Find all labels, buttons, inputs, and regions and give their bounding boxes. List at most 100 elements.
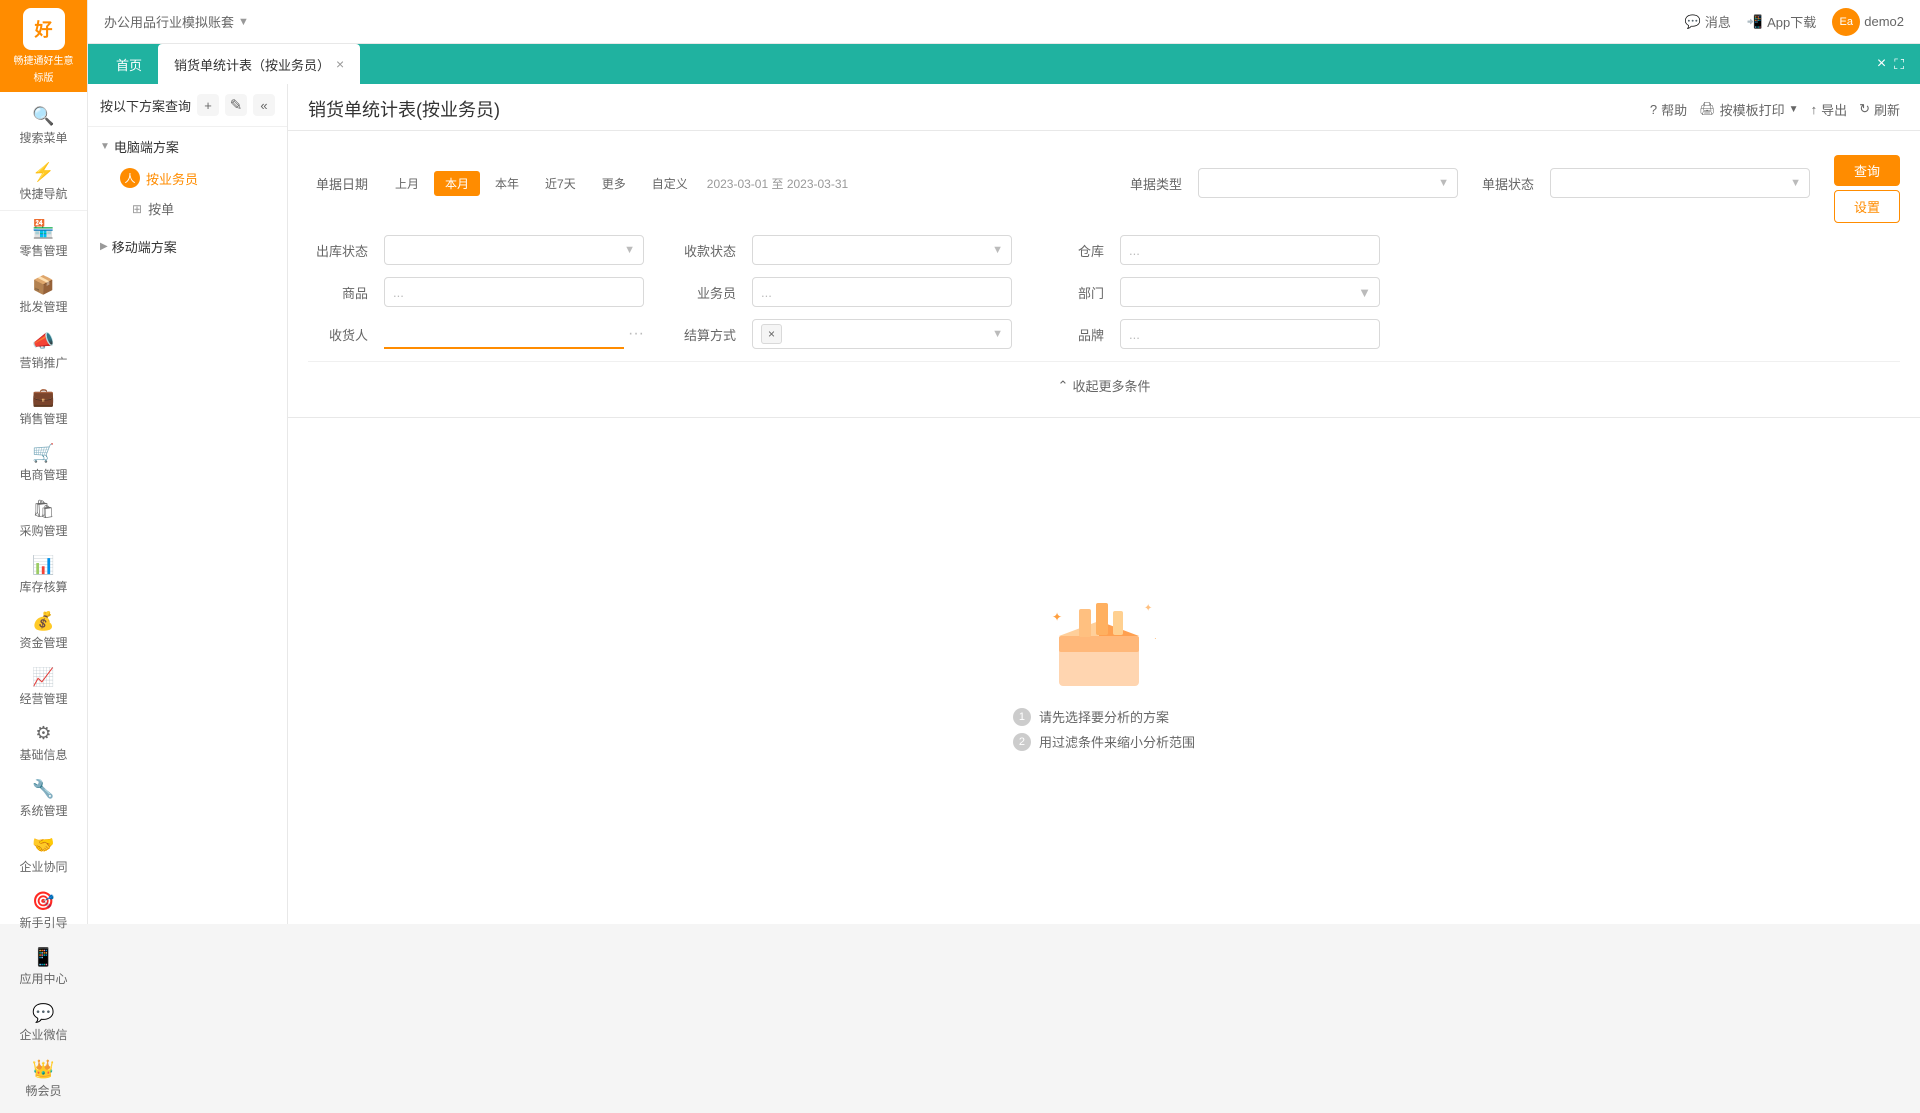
- last-month-label: 上月: [395, 177, 419, 191]
- brand-select[interactable]: ...: [1120, 319, 1380, 349]
- tab-maximize[interactable]: ⛶: [1894, 56, 1904, 73]
- doc-type-select[interactable]: ▼: [1198, 168, 1458, 198]
- sidebar-item-purchase[interactable]: 🛍 采购管理: [0, 491, 87, 547]
- sidebar-item-ecom[interactable]: 🛒 电商管理: [0, 435, 87, 491]
- tab-sales-stats[interactable]: 销货单统计表（按业务员） ×: [158, 44, 360, 84]
- last-7-days-btn[interactable]: 近7天: [534, 171, 587, 196]
- empty-hint-2: 2 用过滤条件来缩小分析范围: [1013, 732, 1195, 751]
- filter-row-4: 收货人 ··· 结算方式 × ▼ 品牌 ...: [308, 319, 1900, 349]
- pc-scheme-header[interactable]: ▼ 电脑端方案: [88, 131, 287, 162]
- add-scheme-button[interactable]: +: [197, 94, 219, 116]
- mobile-expand-arrow: ▶: [100, 241, 108, 252]
- sidebar-item-retail-label: 零售管理: [19, 242, 67, 259]
- sidebar-item-basic[interactable]: ⚙ 基础信息: [0, 715, 87, 771]
- salesperson-select[interactable]: ...: [752, 277, 1012, 307]
- marketing-icon: 📣: [32, 331, 54, 352]
- receive-status-label: 收款状态: [676, 241, 736, 260]
- sidebar-item-appstore[interactable]: 📱 应用中心: [0, 939, 87, 995]
- settings-button[interactable]: 设置: [1834, 190, 1900, 223]
- warehouse-select[interactable]: ...: [1120, 235, 1380, 265]
- sidebar-item-wechat[interactable]: 💬 企业微信: [0, 995, 87, 1051]
- account-selector[interactable]: 办公用品行业模拟账套 ▼: [104, 12, 249, 31]
- filter-area: 单据日期 上月 本月 本年: [288, 131, 1920, 418]
- last-month-btn[interactable]: 上月: [384, 171, 430, 196]
- more-btn[interactable]: 更多: [591, 171, 637, 196]
- sidebar-item-marketing[interactable]: 📣 营销推广: [0, 323, 87, 379]
- doc-type-arrow: ▼: [1438, 177, 1449, 189]
- sidebar-item-search-label: 搜索菜单: [19, 129, 67, 146]
- collapse-panel-button[interactable]: «: [253, 94, 275, 116]
- sidebar-item-system-label: 系统管理: [19, 802, 67, 819]
- last-7-days-label: 近7天: [545, 177, 576, 191]
- sidebar-item-search[interactable]: 🔍 搜索菜单: [0, 98, 87, 154]
- hint-number-2: 2: [1013, 733, 1031, 751]
- consignee-dots[interactable]: ···: [628, 325, 644, 343]
- department-select[interactable]: ▼: [1120, 277, 1380, 307]
- sidebar-item-operations[interactable]: 📈 经营管理: [0, 659, 87, 715]
- this-month-btn[interactable]: 本月: [434, 171, 480, 196]
- sidebar-item-marketing-label: 营销推广: [19, 354, 67, 371]
- salesperson-dots: ...: [761, 285, 772, 300]
- goods-dots: ...: [393, 285, 404, 300]
- salesperson-label: 业务员: [676, 283, 736, 302]
- empty-illustration: ✦ ✦ ·: [1044, 591, 1164, 691]
- sidebar-item-wholesale[interactable]: 📦 批发管理: [0, 267, 87, 323]
- sidebar-item-sales[interactable]: 💼 销售管理: [0, 379, 87, 435]
- brand-dots: ...: [1129, 327, 1140, 342]
- custom-btn[interactable]: 自定义: [641, 171, 699, 196]
- left-panel: 按以下方案查询 + ✎ « ▼ 电脑端方案: [88, 84, 288, 924]
- settlement-select[interactable]: × ▼: [752, 319, 1012, 349]
- sidebar-item-member[interactable]: 👑 畅会员: [0, 1051, 87, 1107]
- receive-status-select[interactable]: ▼: [752, 235, 1012, 265]
- sidebar-item-newbie[interactable]: 🎯 新手引导: [0, 883, 87, 939]
- sidebar-item-wechat-label: 企业微信: [19, 1026, 67, 1043]
- goods-select[interactable]: ...: [384, 277, 644, 307]
- sidebar-item-enterprise[interactable]: 🤝 企业协同: [0, 827, 87, 883]
- messages-button[interactable]: 💬 消息: [1685, 12, 1731, 31]
- help-button[interactable]: ? 帮助: [1650, 100, 1687, 119]
- sidebar-item-inventory[interactable]: 📊 库存核算: [0, 547, 87, 603]
- sidebar-item-finance[interactable]: 💰 资金管理: [0, 603, 87, 659]
- sidebar-item-operations-label: 经营管理: [19, 690, 67, 707]
- scheme-item-salesperson-label: 按业务员: [146, 169, 198, 188]
- collapse-button[interactable]: ⌃ 收起更多条件: [1046, 372, 1163, 399]
- out-status-select[interactable]: ▼: [384, 235, 644, 265]
- add-icon: +: [204, 98, 212, 113]
- system-icon: 🔧: [32, 779, 54, 800]
- settlement-tag-close[interactable]: ×: [768, 327, 775, 341]
- date-filter: 上月 本月 本年 近7天 更多: [384, 171, 1106, 196]
- right-panel: 销货单统计表(按业务员) ? 帮助 🖨 按模板打印 ▼ ↑ 导出: [288, 84, 1920, 924]
- date-label: 单据日期: [308, 174, 368, 193]
- sidebar-item-quicknav[interactable]: ⚡ 快捷导航: [0, 154, 87, 210]
- mobile-scheme-header[interactable]: ▶ 移动端方案: [88, 231, 287, 262]
- user-profile[interactable]: Ea demo2: [1832, 8, 1904, 36]
- this-year-label: 本年: [495, 177, 519, 191]
- scheme-sub-item-by-order[interactable]: ⊞ 按单: [88, 194, 287, 223]
- settlement-arrow: ▼: [992, 328, 1003, 340]
- this-year-btn[interactable]: 本年: [484, 171, 530, 196]
- edit-scheme-button[interactable]: ✎: [225, 94, 247, 116]
- consignee-label: 收货人: [308, 325, 368, 344]
- tab-home[interactable]: 首页: [100, 44, 158, 84]
- tab-close-window[interactable]: ×: [1877, 55, 1886, 73]
- consignee-input[interactable]: [384, 319, 624, 349]
- export-button[interactable]: ↑ 导出: [1811, 100, 1848, 119]
- hint-number-1: 1: [1013, 708, 1031, 726]
- template-print-button[interactable]: 🖨 按模板打印 ▼: [1699, 100, 1798, 119]
- scheme-item-by-salesperson[interactable]: 人 按业务员: [88, 162, 287, 194]
- sidebar-item-finance-label: 资金管理: [19, 634, 67, 651]
- enterprise-icon: 🤝: [32, 835, 54, 856]
- user-name: demo2: [1864, 14, 1904, 29]
- app-download-button[interactable]: 📲 App下载: [1747, 12, 1816, 31]
- top-header: 办公用品行业模拟账套 ▼ 💬 消息 📲 App下载 Ea demo2: [88, 0, 1920, 44]
- refresh-button[interactable]: ↻ 刷新: [1859, 100, 1900, 119]
- sidebar-item-system[interactable]: 🔧 系统管理: [0, 771, 87, 827]
- doc-status-select[interactable]: ▼: [1550, 168, 1810, 198]
- query-button[interactable]: 查询: [1834, 155, 1900, 186]
- department-label: 部门: [1044, 283, 1104, 302]
- main-container: 办公用品行业模拟账套 ▼ 💬 消息 📲 App下载 Ea demo2 首页: [88, 0, 1920, 924]
- tab-close-icon[interactable]: ×: [336, 56, 344, 72]
- sidebar-item-retail[interactable]: 🏪 零售管理: [0, 211, 87, 267]
- wholesale-icon: 📦: [32, 275, 54, 296]
- sidebar-item-wholesale-label: 批发管理: [19, 298, 67, 315]
